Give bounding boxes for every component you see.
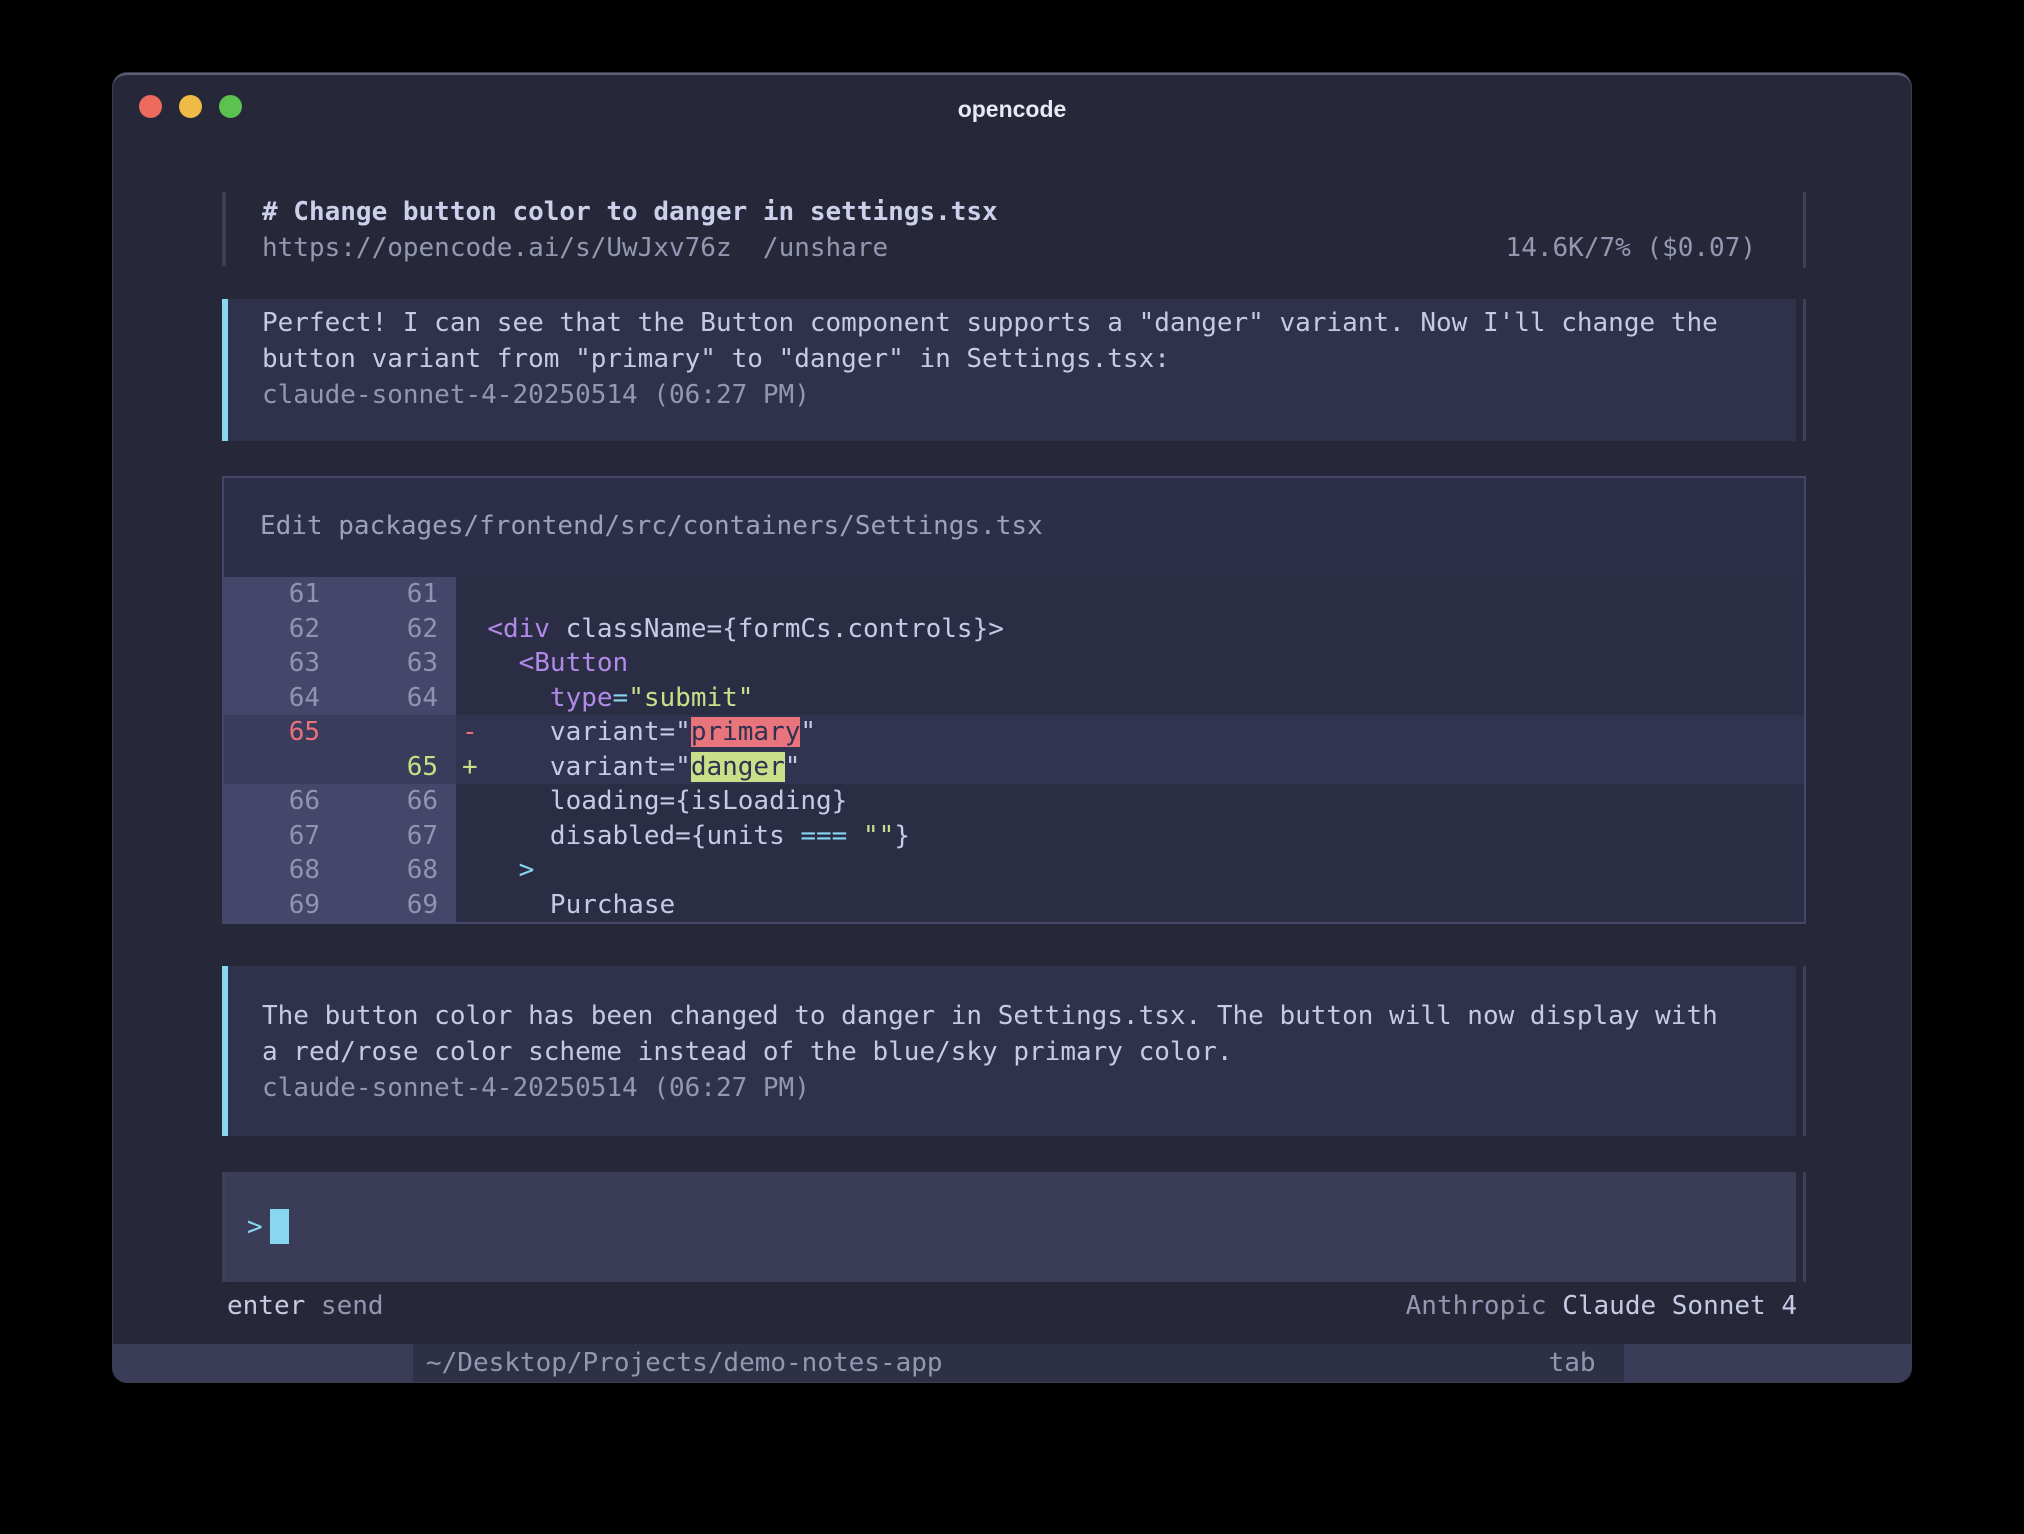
prompt-input[interactable]: > [222,1172,1796,1282]
message-text-line: Perfect! I can see that the Button compo… [262,305,1756,341]
share-url[interactable]: https://opencode.ai/s/UwJxv76z [262,233,732,263]
diff-file-title: Edit packages/frontend/src/containers/Se… [224,478,1804,577]
prompt-symbol: > [247,1209,263,1245]
diff-row: 6262 <div className={formCs.controls}> [224,612,1804,647]
titlebar: opencode [113,75,1911,139]
session-header: # Change button color to danger in setti… [222,192,1806,268]
diff-row: 6767 disabled={units === ""} [224,819,1804,854]
diff-row: 6363 <Button [224,646,1804,681]
diff-row: 6969 Purchase [224,888,1804,923]
window-title: opencode [113,96,1911,123]
message-text-line: button variant from "primary" to "danger… [262,341,1756,377]
edit-diff-card: Edit packages/frontend/src/containers/Se… [222,476,1806,924]
hint-bar: enter send Anthropic Claude Sonnet 4 [222,1288,1806,1324]
message-model-timestamp: claude-sonnet-4-20250514 (06:27 PM) [262,377,1756,413]
session-title: # Change button color to danger in setti… [262,194,1756,230]
share-url-line: https://opencode.ai/s/UwJxv76z /unshare [262,230,888,266]
message-model-timestamp: claude-sonnet-4-20250514 (06:27 PM) [262,1070,1756,1106]
token-cost-stats: 14.6K/7% ($0.07) [1506,230,1756,266]
app-window: opencode # Change button color to danger… [113,73,1911,1382]
text-cursor [270,1209,289,1244]
tab-key-hint[interactable]: tab [1549,1348,1596,1378]
app-version-chip: opencode v0.3.11 [113,1344,413,1382]
send-hint: enter send [227,1288,384,1324]
diff-row: 6868 > [224,853,1804,888]
model-indicator: Anthropic Claude Sonnet 4 [1406,1288,1797,1324]
section-right-rail [1803,299,1806,441]
main-content: # Change button color to danger in setti… [222,192,1806,1324]
diff-code-view: 61616262 <div className={formCs.controls… [224,577,1804,922]
mode-indicator[interactable]: BUILD MODE [1624,1344,1911,1382]
prompt-input-section: > [222,1172,1806,1282]
working-directory: ~/Desktop/Projects/demo-notes-app [426,1348,943,1378]
assistant-message-2: The button color has been changed to dan… [222,966,1806,1136]
section-right-rail [1803,966,1806,1136]
diff-row: 6161 [224,577,1804,612]
message-text-line: a red/rose color scheme instead of the b… [262,1034,1756,1070]
section-right-rail [1803,192,1806,268]
section-right-rail [1803,1172,1806,1282]
unshare-command[interactable]: /unshare [763,233,888,263]
message-text-line: The button color has been changed to dan… [262,998,1756,1034]
assistant-message-1: Perfect! I can see that the Button compo… [222,299,1806,441]
diff-row: 65+ variant="danger" [224,750,1804,785]
diff-row: 6464 type="submit" [224,681,1804,716]
status-bar: opencode v0.3.11 ~/Desktop/Projects/demo… [113,1344,1911,1382]
diff-row: 6666 loading={isLoading} [224,784,1804,819]
diff-row: 65- variant="primary" [224,715,1804,750]
